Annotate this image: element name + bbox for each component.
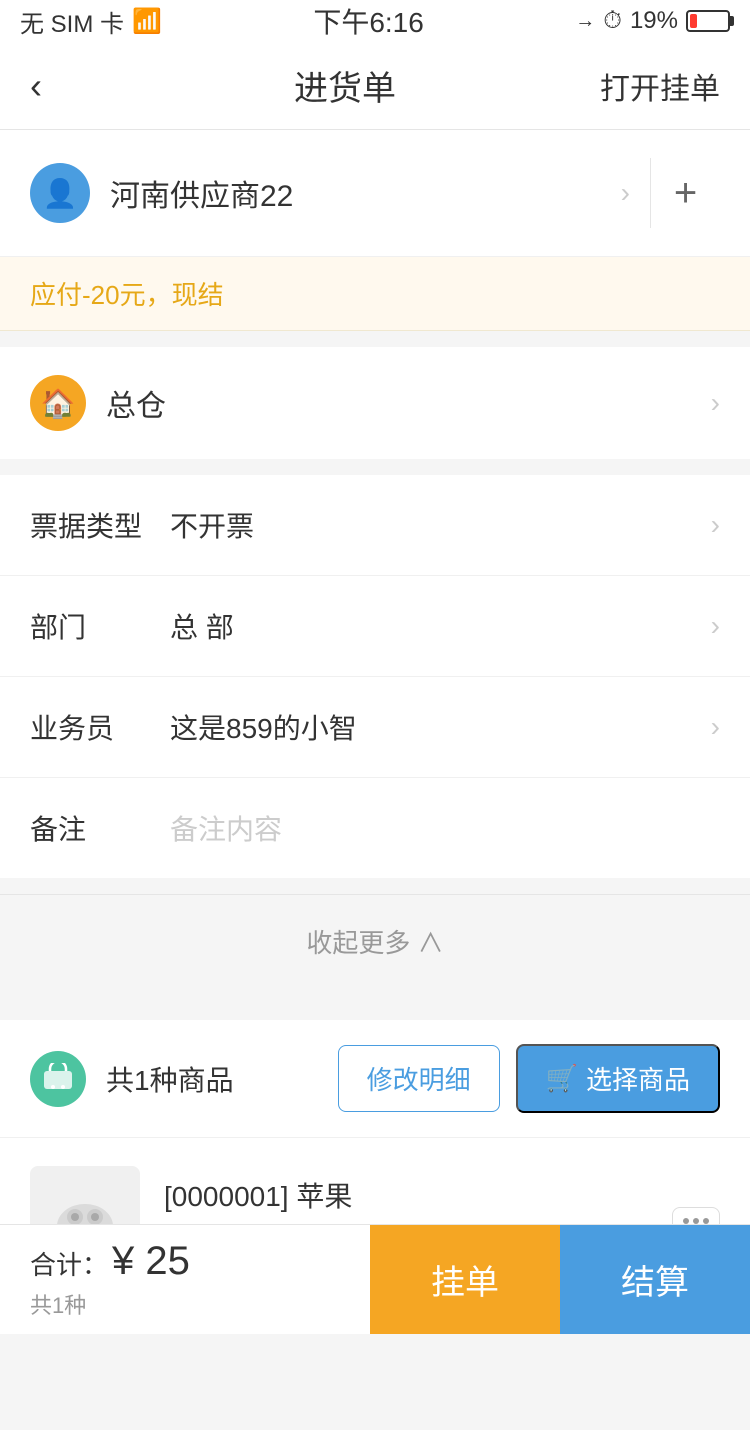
wifi-icon: 📶 xyxy=(132,7,162,36)
select-icon: 🛒 xyxy=(546,1063,578,1094)
supplier-row[interactable]: 👤 河南供应商22 › + xyxy=(0,130,750,257)
avatar-icon: 👤 xyxy=(43,177,78,210)
supplier-name: 河南供应商22 xyxy=(110,171,611,215)
salesperson-label: 业务员 xyxy=(30,707,170,747)
location-icon: → xyxy=(575,10,595,33)
battery-icon xyxy=(686,10,730,32)
cart-icon xyxy=(42,1063,74,1095)
open-pending-button[interactable]: 打开挂单 xyxy=(600,64,720,108)
chevron-right-icon: › xyxy=(621,177,630,209)
product-title: 苹果 xyxy=(296,1181,352,1212)
warehouse-section: 🏠 总仓 › xyxy=(0,347,750,459)
supplier-avatar: 👤 xyxy=(30,163,90,223)
remark-input[interactable]: 备注内容 xyxy=(170,808,720,848)
warehouse-name: 总仓 xyxy=(106,381,701,425)
warehouse-chevron-icon: › xyxy=(711,387,720,419)
total-section: 合计： ¥ 25 共1种 xyxy=(0,1225,370,1334)
status-right: → ⏱ 19% xyxy=(575,7,730,35)
form-section: 票据类型 不开票 › 部门 总 部 › 业务员 这是859的小智 › 备注 备注… xyxy=(0,475,750,878)
invoice-type-value: 不开票 xyxy=(170,505,701,545)
warehouse-row[interactable]: 🏠 总仓 › xyxy=(0,347,750,459)
nav-bar: ‹ 进货单 打开挂单 xyxy=(0,42,750,130)
back-button[interactable]: ‹ xyxy=(30,65,90,107)
total-amount: ¥ 25 xyxy=(112,1239,190,1284)
status-left: 无 SIM 卡 📶 xyxy=(20,4,162,39)
product-name: [0000001] 苹果 xyxy=(164,1175,672,1215)
modify-detail-button[interactable]: 修改明细 xyxy=(338,1045,500,1112)
products-count: 共1种商品 xyxy=(106,1059,338,1099)
invoice-type-label: 票据类型 xyxy=(30,505,170,545)
warehouse-symbol: 🏠 xyxy=(41,387,76,420)
invoice-type-row[interactable]: 票据类型 不开票 › xyxy=(0,475,750,575)
department-row[interactable]: 部门 总 部 › xyxy=(0,575,750,676)
select-label: 选择商品 xyxy=(586,1060,690,1097)
status-time: 下午6:16 xyxy=(313,1,424,41)
department-value: 总 部 xyxy=(170,606,701,646)
product-code: [0000001] xyxy=(164,1181,289,1212)
department-label: 部门 xyxy=(30,606,170,646)
warehouse-icon: 🏠 xyxy=(30,375,86,431)
salesperson-chevron-icon: › xyxy=(711,711,720,743)
department-chevron-icon: › xyxy=(711,610,720,642)
remark-row[interactable]: 备注 备注内容 xyxy=(0,777,750,878)
bottom-spacer xyxy=(0,1320,750,1430)
notice-banner: 应付-20元，现结 xyxy=(0,257,750,331)
salesperson-value: 这是859的小智 xyxy=(170,707,701,747)
status-bar: 无 SIM 卡 📶 下午6:16 → ⏱ 19% xyxy=(0,0,750,42)
hang-button[interactable]: 挂单 xyxy=(370,1225,560,1334)
checkout-button[interactable]: 结算 xyxy=(560,1225,750,1334)
bottom-bar: 合计： ¥ 25 共1种 挂单 结算 xyxy=(0,1224,750,1334)
page-title: 进货单 xyxy=(294,61,396,110)
supplier-section: 👤 河南供应商22 › + 应付-20元，现结 xyxy=(0,130,750,331)
products-icon xyxy=(30,1051,86,1107)
select-product-button[interactable]: 🛒 选择商品 xyxy=(516,1044,720,1113)
total-count: 共1种 xyxy=(30,1288,340,1320)
collapse-toggle[interactable]: 收起更多 ∧ xyxy=(0,894,750,988)
add-supplier-button[interactable]: + xyxy=(650,158,720,228)
alarm-icon: ⏱ xyxy=(603,7,622,35)
carrier-label: 无 SIM 卡 xyxy=(20,4,124,39)
products-header: 共1种商品 修改明细 🛒 选择商品 xyxy=(0,1004,750,1137)
battery-fill xyxy=(690,14,697,28)
total-label: 合计： xyxy=(30,1245,108,1282)
salesperson-row[interactable]: 业务员 这是859的小智 › xyxy=(0,676,750,777)
invoice-type-chevron-icon: › xyxy=(711,509,720,541)
remark-label: 备注 xyxy=(30,808,170,848)
battery-label: 19% xyxy=(630,7,678,35)
